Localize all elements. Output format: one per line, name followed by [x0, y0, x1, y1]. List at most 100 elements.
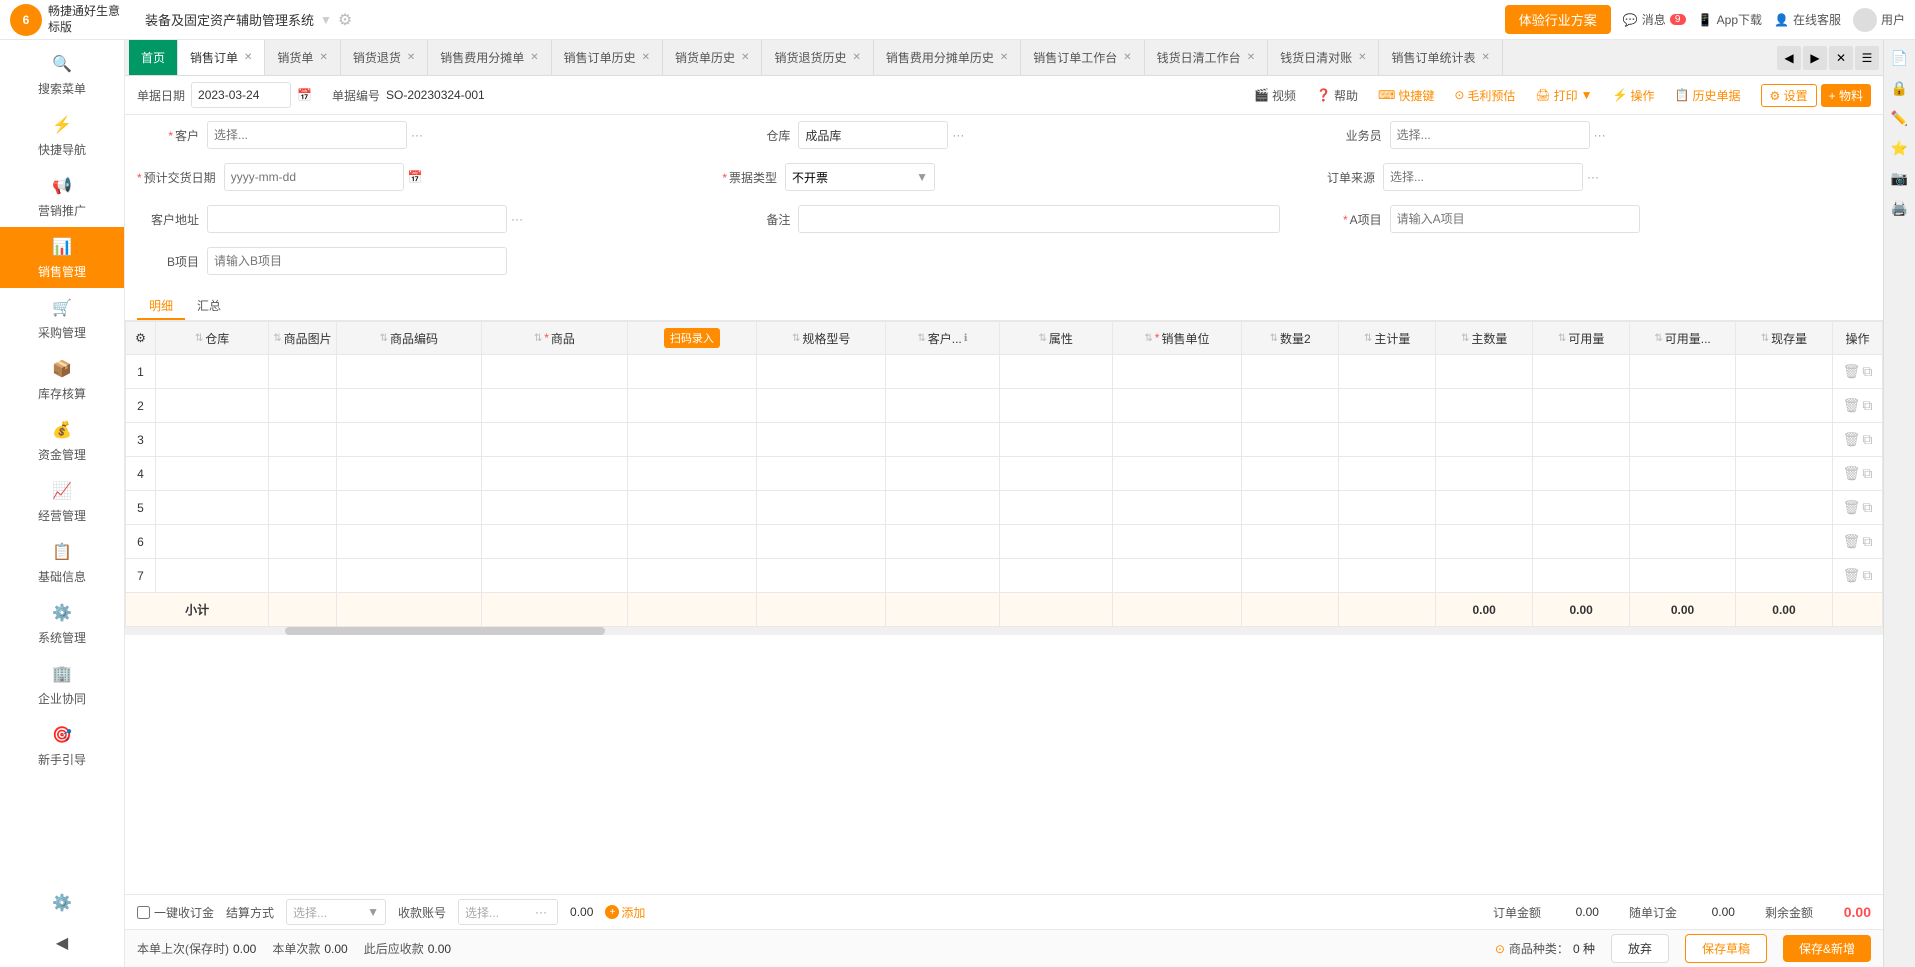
- expected-date-calendar-icon[interactable]: 📅: [404, 170, 427, 184]
- row-3-product[interactable]: [482, 423, 628, 457]
- tab-close-icon[interactable]: ✕: [407, 52, 415, 63]
- col-header-avail[interactable]: ⇅可用量: [1533, 322, 1630, 355]
- sidebar-item-inventory[interactable]: 📦 库存核算: [0, 349, 124, 410]
- salesperson-input[interactable]: [1390, 121, 1590, 149]
- row-6-unit[interactable]: [1112, 525, 1241, 559]
- tab-sales-return-history[interactable]: 销货单历史 ✕: [663, 40, 762, 76]
- row-2-code[interactable]: [336, 389, 482, 423]
- row-4-main-qty[interactable]: [1436, 457, 1533, 491]
- delete-icon[interactable]: 🗑: [1843, 465, 1861, 482]
- col-header-custom[interactable]: ⇅客户... ℹ: [886, 322, 999, 355]
- tab-close-icon[interactable]: ✕: [642, 52, 650, 63]
- row-2-main-qty[interactable]: [1436, 389, 1533, 423]
- col-header-unit[interactable]: ⇅*销售单位: [1112, 322, 1241, 355]
- customer-input[interactable]: [207, 121, 407, 149]
- copy-icon[interactable]: ⧉: [1862, 431, 1872, 448]
- order-source-input[interactable]: [1383, 163, 1583, 191]
- row-1-main-qty[interactable]: [1436, 355, 1533, 389]
- right-panel-print-icon[interactable]: 🖨️: [1886, 194, 1914, 222]
- save-new-btn[interactable]: 保存&新增: [1783, 935, 1871, 962]
- row-7-unit[interactable]: [1112, 559, 1241, 593]
- history-btn[interactable]: 📋 历史单据: [1675, 87, 1741, 104]
- tab-close-icon[interactable]: ✕: [1000, 52, 1008, 63]
- row-3-code[interactable]: [336, 423, 482, 457]
- sidebar-item-purchase[interactable]: 🛒 采购管理: [0, 288, 124, 349]
- row-3-warehouse[interactable]: [156, 423, 269, 457]
- copy-icon[interactable]: ⧉: [1862, 465, 1872, 482]
- one-click-label[interactable]: 一键收订金: [137, 904, 214, 921]
- help-btn[interactable]: ❓ 帮助: [1316, 87, 1358, 104]
- sidebar-bottom-settings[interactable]: ⚙️: [0, 883, 124, 923]
- row-7-qty2[interactable]: [1242, 559, 1339, 593]
- col-header-avail2[interactable]: ⇅可用量...: [1630, 322, 1736, 355]
- tab-close-icon[interactable]: ✕: [1123, 52, 1131, 63]
- app-download-btn[interactable]: 📱 App下载: [1698, 11, 1762, 28]
- row-1-unit[interactable]: [1112, 355, 1241, 389]
- sidebar-item-shortcut[interactable]: ⚡ 快捷导航: [0, 105, 124, 166]
- row-3-unit[interactable]: [1112, 423, 1241, 457]
- order-source-more-icon[interactable]: ···: [1583, 170, 1603, 184]
- col-header-qty2[interactable]: ⇅数量2: [1242, 322, 1339, 355]
- gear-col-icon[interactable]: ⚙: [135, 331, 146, 345]
- row-7-product[interactable]: [482, 559, 628, 593]
- row-1-attr[interactable]: [999, 355, 1112, 389]
- sidebar-item-sales[interactable]: 📊 销售管理: [0, 227, 124, 288]
- row-6-product[interactable]: [482, 525, 628, 559]
- row-6-spec[interactable]: [757, 525, 886, 559]
- tab-sales-fee-history[interactable]: 销售费用分摊单历史 ✕: [874, 40, 1021, 76]
- row-3-qty2[interactable]: [1242, 423, 1339, 457]
- save-draft-btn[interactable]: 保存草稿: [1685, 934, 1767, 963]
- row-4-main-unit[interactable]: [1339, 457, 1436, 491]
- row-5-product[interactable]: [482, 491, 628, 525]
- row-7-main-qty[interactable]: [1436, 559, 1533, 593]
- tab-close-all-btn[interactable]: ✕: [1829, 46, 1853, 70]
- tab-sales-return[interactable]: 销货单 ✕: [265, 40, 340, 76]
- row-5-code[interactable]: [336, 491, 482, 525]
- tab-sales-refund-history[interactable]: 销货退货历史 ✕: [762, 40, 873, 76]
- row-7-code[interactable]: [336, 559, 482, 593]
- col-header-main-unit[interactable]: ⇅主计量: [1339, 322, 1436, 355]
- delete-icon[interactable]: 🗑: [1843, 431, 1861, 448]
- tab-sales-order-workbench[interactable]: 销售订单工作台 ✕: [1021, 40, 1144, 76]
- row-2-unit[interactable]: [1112, 389, 1241, 423]
- tab-home[interactable]: 首页: [129, 40, 178, 76]
- row-2-custom[interactable]: [886, 389, 999, 423]
- col-header-code[interactable]: ⇅商品编码: [336, 322, 482, 355]
- copy-icon[interactable]: ⧉: [1862, 533, 1872, 550]
- customer-more-icon[interactable]: ···: [407, 128, 427, 142]
- row-7-warehouse[interactable]: [156, 559, 269, 593]
- row-4-code[interactable]: [336, 457, 482, 491]
- tab-close-icon[interactable]: ✕: [244, 52, 252, 63]
- tab-prev-btn[interactable]: ◀: [1777, 46, 1801, 70]
- industry-btn[interactable]: 体验行业方案: [1505, 5, 1611, 34]
- copy-icon[interactable]: ⧉: [1862, 363, 1872, 380]
- row-5-unit[interactable]: [1112, 491, 1241, 525]
- view-btn[interactable]: 🎬 视频: [1254, 87, 1296, 104]
- tab-next-btn[interactable]: ▶: [1803, 46, 1827, 70]
- row-7-main-unit[interactable]: [1339, 559, 1436, 593]
- table-scrollbar-track[interactable]: [125, 627, 1883, 635]
- receipt-more-icon[interactable]: ···: [531, 905, 551, 919]
- tab-close-icon[interactable]: ✕: [1482, 52, 1490, 63]
- tab-sales-order-history[interactable]: 销售订单历史 ✕: [552, 40, 663, 76]
- row-1-spec[interactable]: [757, 355, 886, 389]
- tab-close-icon[interactable]: ✕: [741, 52, 749, 63]
- tab-summary[interactable]: 汇总: [185, 293, 233, 320]
- tab-sales-order[interactable]: 销售订单 ✕: [178, 40, 265, 76]
- row-1-warehouse[interactable]: [156, 355, 269, 389]
- tab-detail[interactable]: 明细: [137, 293, 185, 320]
- tab-cash-reconcile[interactable]: 钱货日清对账 ✕: [1268, 40, 1379, 76]
- delete-icon[interactable]: 🗑: [1843, 363, 1861, 380]
- row-3-main-qty[interactable]: [1436, 423, 1533, 457]
- warehouse-input[interactable]: [798, 121, 948, 149]
- tab-close-icon[interactable]: ✕: [852, 52, 860, 63]
- settings-btn[interactable]: ⚙ 设置: [1761, 84, 1817, 107]
- row-5-warehouse[interactable]: [156, 491, 269, 525]
- row-1-main-unit[interactable]: [1339, 355, 1436, 389]
- receipt-account-select[interactable]: 选择... ···: [458, 899, 558, 925]
- row-5-main-qty[interactable]: [1436, 491, 1533, 525]
- sidebar-item-enterprise[interactable]: 🏢 企业协同: [0, 654, 124, 715]
- tab-sales-fee-split[interactable]: 销售费用分摊单 ✕: [428, 40, 551, 76]
- add-material-btn[interactable]: + 物料: [1821, 84, 1871, 107]
- row-1-code[interactable]: [336, 355, 482, 389]
